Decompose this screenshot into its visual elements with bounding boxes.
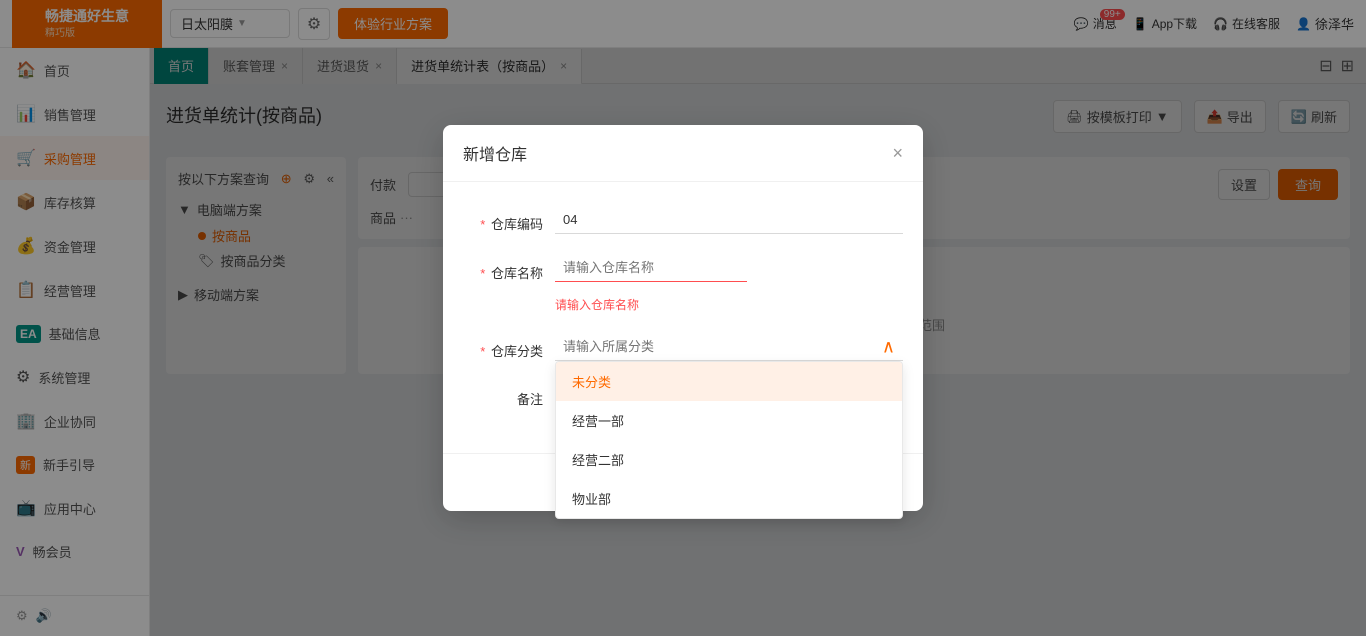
required-mark3: * — [480, 344, 485, 359]
dropdown-item-property[interactable]: 物业部 — [556, 479, 902, 518]
code-label: * 仓库编码 — [463, 206, 543, 233]
category-select-wrapper: ∧ 未分类 经营一部 经营二部 物业部 — [555, 333, 903, 361]
form-row-category: * 仓库分类 ∧ 未分类 经营一部 经营二部 物业部 — [463, 333, 903, 361]
name-error-msg: 请输入仓库名称 — [555, 298, 639, 312]
form-row-code: * 仓库编码 — [463, 206, 903, 234]
modal-header: 新增仓库 × — [443, 125, 923, 182]
required-mark: * — [480, 217, 485, 232]
category-label: * 仓库分类 — [463, 333, 543, 360]
new-warehouse-modal: 新增仓库 × * 仓库编码 * 仓库名称 — [443, 125, 923, 511]
category-dropdown: 未分类 经营一部 经营二部 物业部 — [555, 361, 903, 519]
form-row-name: * 仓库名称 请输入仓库名称 — [463, 254, 903, 313]
dropdown-item-unclassified[interactable]: 未分类 — [556, 362, 902, 401]
code-input[interactable] — [555, 206, 903, 234]
modal-body: * 仓库编码 * 仓库名称 请输入仓库名称 — [443, 182, 923, 453]
name-label: * 仓库名称 — [463, 255, 543, 282]
modal-title: 新增仓库 — [463, 141, 527, 165]
required-mark2: * — [480, 266, 485, 281]
modal-overlay: 新增仓库 × * 仓库编码 * 仓库名称 — [0, 0, 1366, 636]
category-chevron-icon[interactable]: ∧ — [882, 337, 895, 358]
dropdown-item-dept2[interactable]: 经营二部 — [556, 440, 902, 479]
modal-close-button[interactable]: × — [892, 143, 903, 164]
dropdown-item-dept1[interactable]: 经营一部 — [556, 401, 902, 440]
category-input[interactable] — [555, 333, 903, 361]
name-input[interactable] — [555, 254, 747, 282]
remark-label: 备注 — [463, 381, 543, 408]
